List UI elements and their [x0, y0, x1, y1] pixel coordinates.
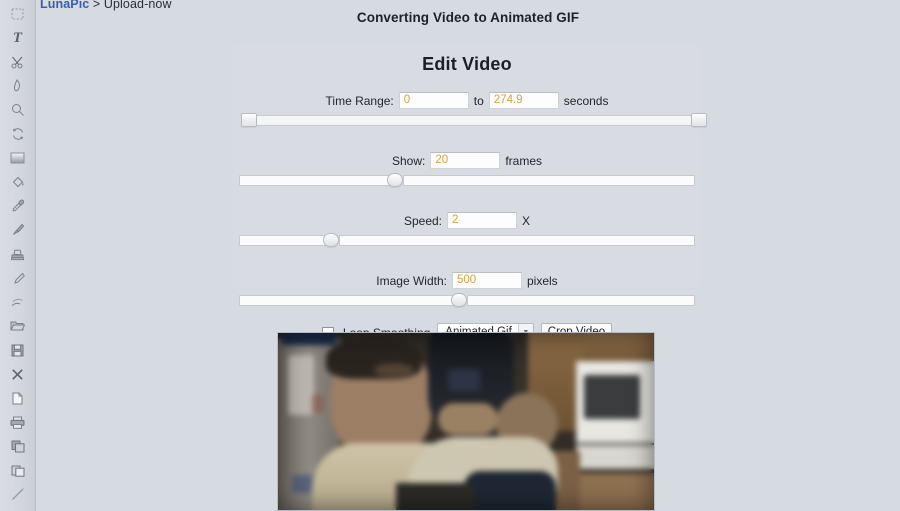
time-range-slider-track[interactable] — [253, 115, 695, 126]
paint-bucket-icon[interactable] — [4, 170, 32, 194]
show-frames-unit-label: frames — [505, 153, 543, 168]
speed-input[interactable]: 2 — [447, 212, 518, 229]
stamp-icon[interactable] — [4, 242, 32, 266]
show-frames-slider-track-left[interactable] — [239, 175, 391, 186]
time-range-slider-handle-end[interactable] — [691, 113, 707, 127]
line-tool-icon[interactable] — [4, 482, 32, 506]
speed-slider-track-left[interactable] — [239, 235, 327, 246]
pen-icon[interactable] — [4, 266, 32, 290]
paste-icon[interactable] — [4, 458, 32, 482]
eraser-tool-icon[interactable] — [4, 74, 32, 98]
show-frames-input[interactable]: 20 — [430, 152, 501, 169]
smudge-icon[interactable] — [4, 290, 32, 314]
image-width-slider[interactable] — [239, 293, 695, 307]
image-width-label: Image Width: — [376, 273, 447, 288]
speed-slider-track-right[interactable] — [339, 235, 695, 246]
image-width-unit-label: pixels — [527, 273, 558, 288]
time-range-unit-label: seconds — [563, 93, 609, 108]
video-preview-frame[interactable] — [277, 332, 655, 511]
edit-video-panel: Edit Video Time Range: 0 to 274.9 second… — [233, 44, 707, 342]
text-tool-icon[interactable]: T — [4, 26, 32, 50]
speed-label: Speed: — [403, 213, 443, 228]
image-width-slider-handle[interactable] — [451, 293, 467, 307]
image-width-slider-track-left[interactable] — [239, 295, 455, 306]
time-range-start-input[interactable]: 0 — [398, 92, 469, 109]
speed-unit-label: X — [522, 213, 531, 228]
time-range-slider[interactable] — [239, 113, 707, 127]
rectangle-tool-icon[interactable] — [4, 506, 32, 511]
speed-slider-handle[interactable] — [323, 233, 339, 247]
image-width-input[interactable]: 500 — [452, 272, 522, 289]
time-range-field-row: Time Range: 0 to 274.9 seconds — [233, 91, 701, 110]
time-range-label: Time Range: — [325, 93, 394, 108]
printer-icon[interactable] — [4, 410, 32, 434]
marquee-select-icon[interactable] — [4, 2, 32, 26]
image-width-field-row: Image Width: 500 pixels — [233, 271, 701, 290]
rotate-icon[interactable] — [4, 122, 32, 146]
eyedropper-icon[interactable] — [4, 194, 32, 218]
show-frames-label: Show: — [391, 153, 426, 168]
scissors-icon[interactable] — [4, 50, 32, 74]
magnifier-icon[interactable] — [4, 98, 32, 122]
paintbrush-icon[interactable] — [4, 218, 32, 242]
page-title: Converting Video to Animated GIF — [356, 10, 580, 25]
show-frames-slider-track-right[interactable] — [403, 175, 695, 186]
time-range-to-label: to — [473, 93, 484, 108]
image-width-slider-track-right[interactable] — [467, 295, 695, 306]
time-range-end-input[interactable]: 274.9 — [488, 92, 559, 109]
tool-palette: T — [0, 0, 36, 511]
edit-video-heading: Edit Video — [422, 54, 512, 74]
gradient-icon[interactable] — [4, 146, 32, 170]
video-preview-image — [278, 333, 654, 510]
time-range-slider-handle-start[interactable] — [241, 113, 257, 127]
show-frames-slider[interactable] — [239, 173, 695, 187]
copy-icon[interactable] — [4, 434, 32, 458]
save-icon[interactable] — [4, 338, 32, 362]
speed-slider[interactable] — [239, 233, 695, 247]
show-frames-slider-handle[interactable] — [387, 173, 403, 187]
speed-field-row: Speed: 2 X — [233, 211, 701, 230]
open-folder-icon[interactable] — [4, 314, 32, 338]
lunapic-editor-window: T LunaPic > Upload-now Converting Video … — [0, 0, 900, 511]
show-frames-field-row: Show: 20 frames — [233, 151, 701, 170]
close-icon[interactable] — [4, 362, 32, 386]
new-document-icon[interactable] — [4, 386, 32, 410]
